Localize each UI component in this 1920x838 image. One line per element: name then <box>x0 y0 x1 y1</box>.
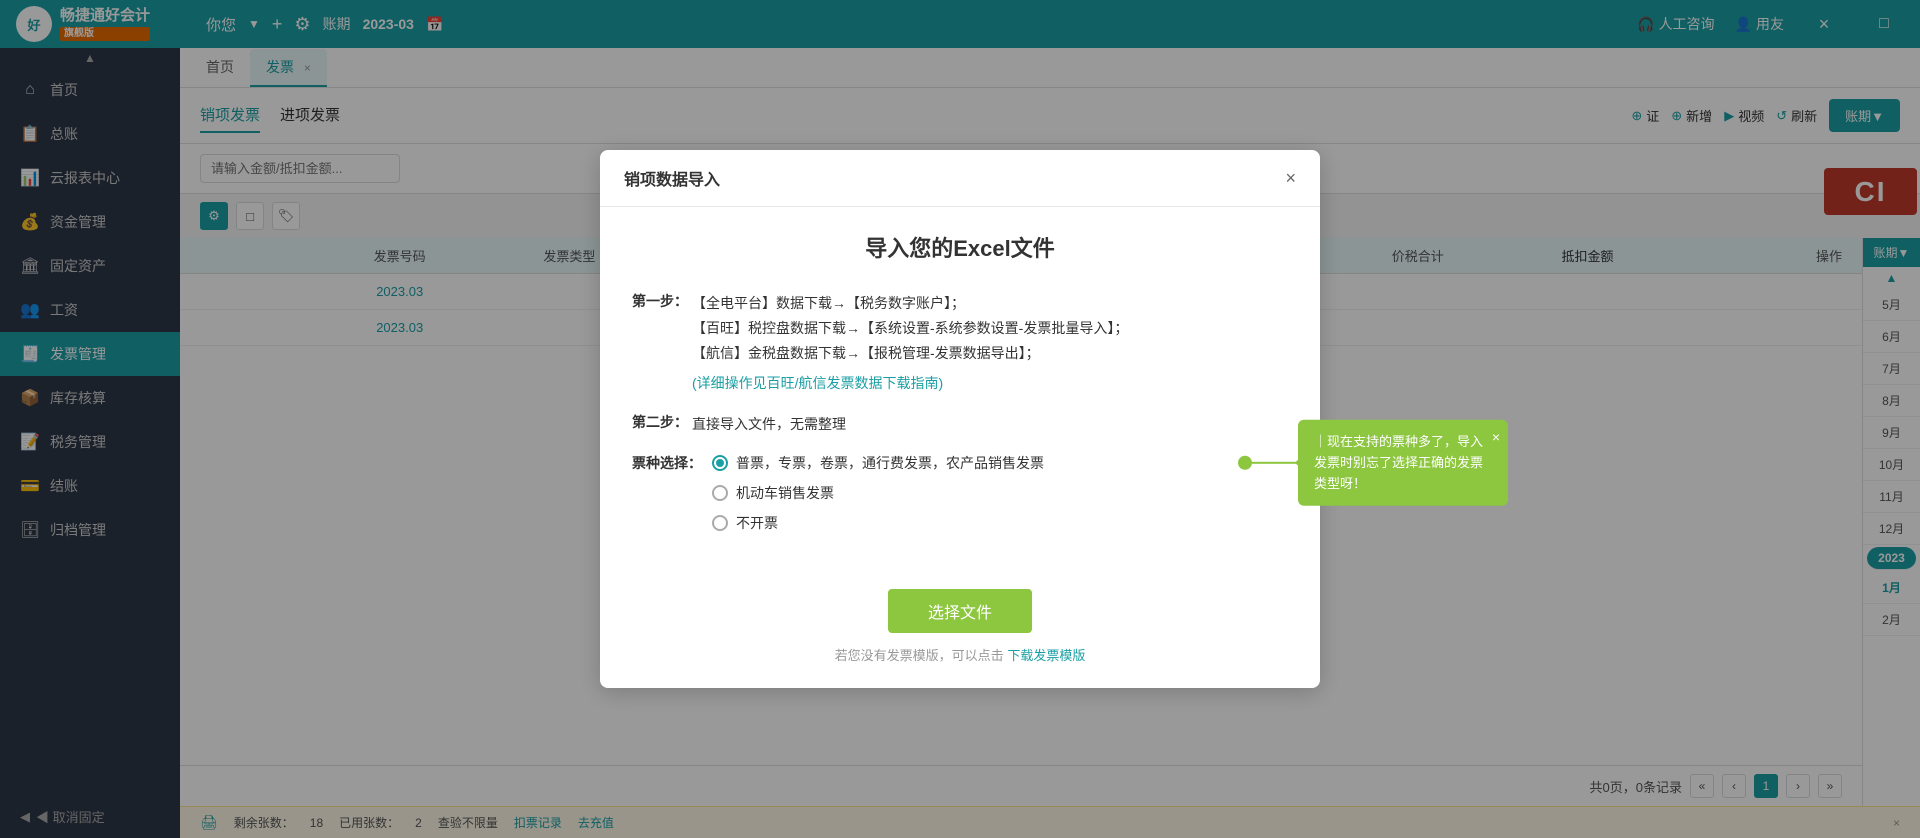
radio-label-general: 普票，专票，卷票，通行费发票，农产品销售发票 <box>736 453 1044 473</box>
select-file-btn[interactable]: 选择文件 <box>888 589 1032 633</box>
modal-main-title: 导入您的Excel文件 <box>632 231 1288 263</box>
radio-general[interactable]: 普票，专票，卷票，通行费发票，农产品销售发票 × ｜现在支持的票种多了，导入发票… <box>712 453 1288 473</box>
ticket-choice-label: 票种选择： <box>632 455 702 471</box>
radio-dot-general <box>716 459 724 467</box>
tooltip-close-btn[interactable]: × <box>1492 426 1500 448</box>
radio-motor[interactable]: 机动车销售发票 <box>712 483 1288 503</box>
step2-content: 直接导入文件，无需整理 <box>692 412 846 437</box>
radio-no-ticket[interactable]: 不开票 <box>712 513 1288 533</box>
step2-label: 第二步： <box>632 412 692 437</box>
step1-line1: 【全电平台】数据下载→【税务数字账户】； <box>692 291 1128 316</box>
modal-close-btn[interactable]: × <box>1285 168 1296 189</box>
step1-guide-link[interactable]: (详细操作见百旺/航信发票数据下载指南) <box>692 375 943 391</box>
radio-circle-motor <box>712 485 728 501</box>
radio-label-no-ticket: 不开票 <box>736 513 778 533</box>
radio-label-motor: 机动车销售发票 <box>736 483 834 503</box>
tooltip-arrow <box>1290 458 1300 468</box>
modal-footer: 选择文件 若您没有发票模版，可以点击 下载发票模版 <box>600 573 1320 688</box>
step1-line2: 【百旺】税控盘数据下载→【系统设置-系统参数设置-发票批量导入】； <box>692 316 1128 341</box>
download-hint: 若您没有发票模版，可以点击 下载发票模版 <box>632 645 1288 664</box>
step1-row: 第一步： 【全电平台】数据下载→【税务数字账户】； 【百旺】税控盘数据下载→【系… <box>632 291 1288 396</box>
step1-content: 【全电平台】数据下载→【税务数字账户】； 【百旺】税控盘数据下载→【系统设置-系… <box>692 291 1128 396</box>
modal-header: 销项数据导入 × <box>600 150 1320 207</box>
step1-label: 第一步： <box>632 291 692 396</box>
modal-title: 销项数据导入 <box>624 166 720 190</box>
step1-line3: 【航信】金税盘数据下载→【报税管理-发票数据导出】； <box>692 341 1128 366</box>
download-template-link[interactable]: 下载发票模版 <box>1007 648 1085 663</box>
step2-row: 第二步： 直接导入文件，无需整理 <box>632 412 1288 437</box>
tooltip-container: × ｜现在支持的票种多了，导入发票时别忘了选择正确的发票类型呀！ <box>1298 420 1508 506</box>
radio-group: 普票，专票，卷票，通行费发票，农产品销售发票 × ｜现在支持的票种多了，导入发票… <box>712 453 1288 533</box>
radio-circle-no-ticket <box>712 515 728 531</box>
modal-body: 导入您的Excel文件 第一步： 【全电平台】数据下载→【税务数字账户】； 【百… <box>600 207 1320 573</box>
tooltip-text: ｜ <box>1314 434 1327 449</box>
tooltip-main-text: 现在支持的票种多了，导入发票时别忘了选择正确的发票类型呀！ <box>1314 434 1483 491</box>
radio-circle-general <box>712 455 728 471</box>
download-hint-text: 若您没有发票模版，可以点击 <box>835 648 1004 663</box>
modal-overlay[interactable]: 销项数据导入 × 导入您的Excel文件 第一步： 【全电平台】数据下载→【税务… <box>0 0 1920 838</box>
modal-dialog: 销项数据导入 × 导入您的Excel文件 第一步： 【全电平台】数据下载→【税务… <box>600 150 1320 688</box>
ticket-choice: 票种选择： 普票，专票，卷票，通行费发票，农产品销售发票 <box>632 453 1288 533</box>
tooltip-bubble: × ｜现在支持的票种多了，导入发票时别忘了选择正确的发票类型呀！ <box>1298 420 1508 506</box>
